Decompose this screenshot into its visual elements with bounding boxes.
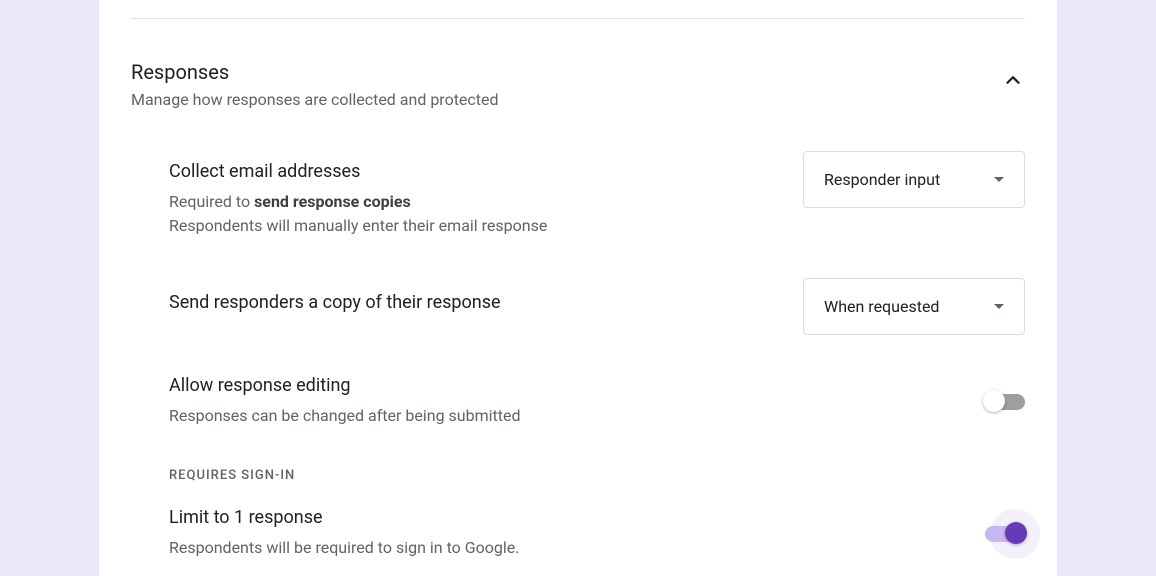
send-copy-dropdown[interactable]: When requested [803, 278, 1025, 335]
settings-card: Responses Manage how responses are colle… [99, 0, 1057, 576]
section-header-text: Responses Manage how responses are colle… [131, 60, 499, 109]
collect-email-desc-line2: Respondents will manually enter their em… [169, 214, 803, 238]
limit-response-text: Limit to 1 response Respondents will be … [169, 507, 985, 560]
send-copy-text: Send responders a copy of their response [169, 292, 803, 321]
collect-email-dropdown-value: Responder input [824, 170, 940, 189]
settings-body: Collect email addresses Required to send… [131, 109, 1025, 560]
section-divider [131, 18, 1025, 19]
chevron-up-icon [1002, 69, 1024, 91]
send-copy-dropdown-value: When requested [824, 297, 939, 316]
caret-down-icon [994, 304, 1004, 309]
collect-email-row: Collect email addresses Required to send… [169, 161, 1025, 238]
collect-email-desc-bold: send response copies [254, 192, 411, 211]
collect-email-desc-prefix: Required to [169, 192, 254, 211]
limit-response-title: Limit to 1 response [169, 507, 985, 528]
send-copy-row: Send responders a copy of their response… [169, 278, 1025, 335]
collect-email-title: Collect email addresses [169, 161, 803, 182]
send-copy-title: Send responders a copy of their response [169, 292, 803, 313]
collect-email-desc: Required to send response copies Respond… [169, 190, 803, 238]
section-subtitle: Manage how responses are collected and p… [131, 90, 499, 109]
requires-signin-label: REQUIRES SIGN-IN [169, 468, 1025, 483]
limit-response-row: Limit to 1 response Respondents will be … [169, 507, 1025, 560]
toggle-knob [1005, 522, 1027, 544]
allow-edit-row: Allow response editing Responses can be … [169, 375, 1025, 428]
section-title: Responses [131, 60, 499, 84]
collapse-section-button[interactable] [1001, 68, 1025, 92]
allow-edit-toggle[interactable] [985, 394, 1025, 410]
allow-edit-title: Allow response editing [169, 375, 985, 396]
allow-edit-desc: Responses can be changed after being sub… [169, 404, 985, 428]
collect-email-dropdown[interactable]: Responder input [803, 151, 1025, 208]
responses-section-header: Responses Manage how responses are colle… [131, 0, 1025, 109]
collect-email-text: Collect email addresses Required to send… [169, 161, 803, 238]
limit-response-desc: Respondents will be required to sign in … [169, 536, 985, 560]
toggle-knob [983, 390, 1005, 412]
limit-response-toggle[interactable] [985, 526, 1025, 542]
limit-response-toggle-container [985, 526, 1025, 542]
caret-down-icon [994, 177, 1004, 182]
allow-edit-text: Allow response editing Responses can be … [169, 375, 985, 428]
